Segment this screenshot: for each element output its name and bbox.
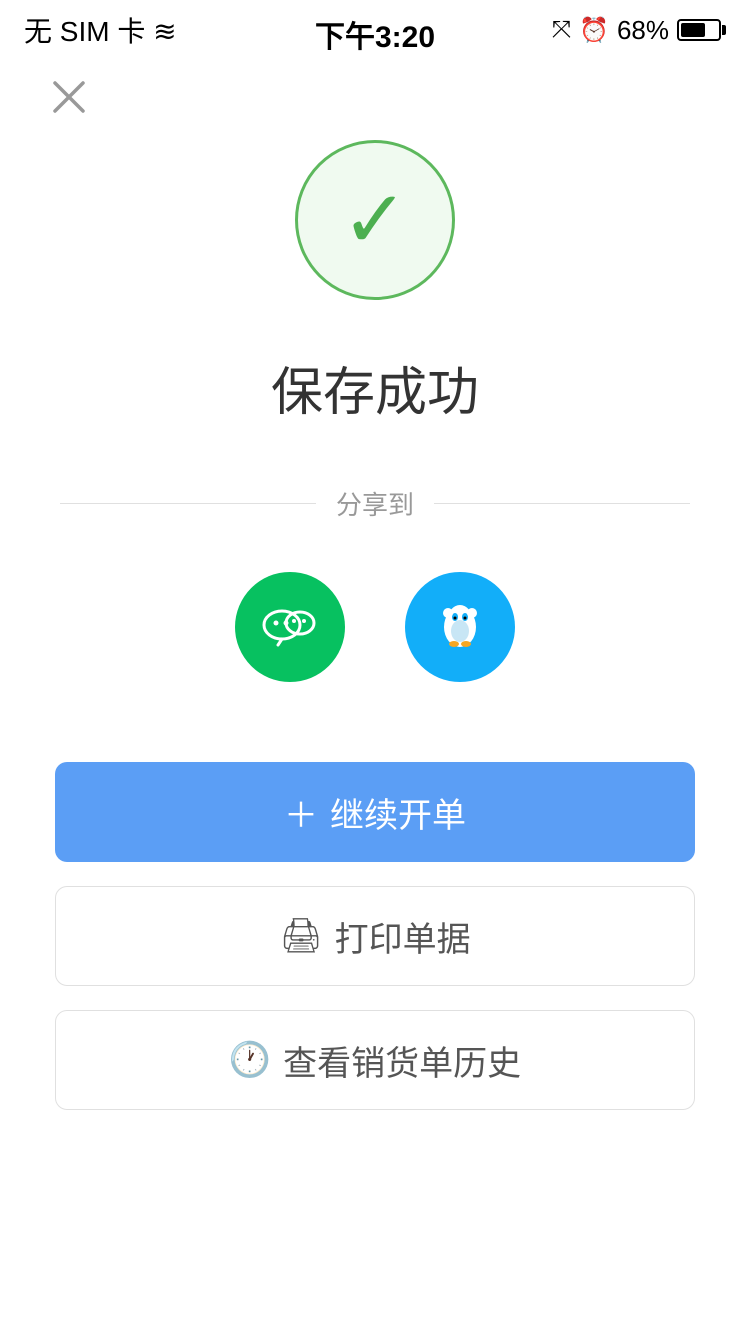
print-button[interactable]: 🖨 打印单据: [55, 886, 695, 986]
battery-percent: 68%: [617, 15, 669, 46]
divider-right: [434, 503, 690, 504]
history-button[interactable]: 🕐 查看销货单历史: [55, 1010, 695, 1110]
action-buttons: ＋ 继续开单 🖨 打印单据 🕐 查看销货单历史: [55, 762, 695, 1110]
close-icon: [51, 79, 87, 115]
qq-icon: [430, 597, 490, 657]
status-right: ⤧ ⏰ 68%: [552, 15, 726, 46]
status-time: 下午3:20: [315, 12, 435, 56]
location-icon: ⤧: [552, 16, 571, 44]
continue-label: 继续开单: [330, 788, 466, 837]
share-divider: 分享到: [0, 485, 750, 522]
qq-share-button[interactable]: [405, 572, 515, 682]
alarm-icon: ⏰: [579, 16, 609, 45]
success-title: 保存成功: [271, 350, 479, 425]
battery-icon: [677, 19, 726, 41]
success-circle: ✓: [295, 140, 455, 300]
printer-icon: 🖨: [279, 916, 322, 956]
status-left: 无 SIM 卡 ≋: [24, 10, 177, 50]
checkmark-icon: ✓: [341, 180, 408, 260]
status-bar: 无 SIM 卡 ≋ 下午3:20 ⤧ ⏰ 68%: [0, 0, 750, 60]
wechat-icon: [260, 597, 320, 657]
continue-button[interactable]: ＋ 继续开单: [55, 762, 695, 862]
wechat-share-button[interactable]: [235, 572, 345, 682]
history-label: 查看销货单历史: [283, 1036, 521, 1085]
close-button[interactable]: [44, 72, 94, 122]
main-content: ✓ 保存成功 分享到: [0, 60, 750, 1110]
clock-icon: 🕐: [229, 1040, 271, 1080]
print-label: 打印单据: [335, 912, 471, 961]
share-label: 分享到: [316, 485, 434, 522]
divider-left: [60, 503, 316, 504]
share-icons: [235, 572, 515, 682]
sim-status: 无 SIM 卡 ≋: [24, 10, 177, 50]
plus-icon: ＋: [284, 788, 318, 837]
